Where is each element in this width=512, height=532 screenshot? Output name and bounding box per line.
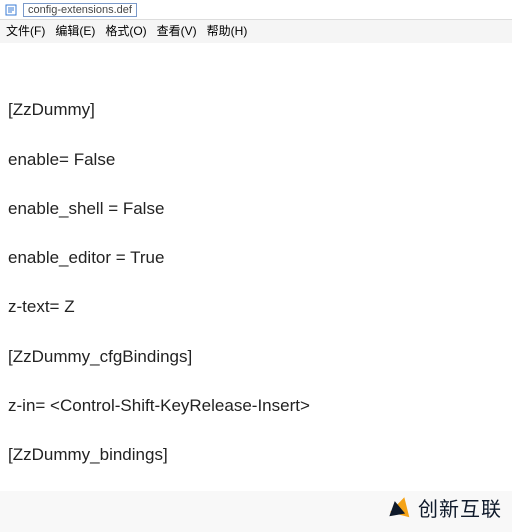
watermark-logo-icon	[388, 495, 414, 521]
menu-help[interactable]: 帮助(H)	[207, 22, 248, 39]
cfg-line: [ZzDummy]	[8, 98, 504, 123]
watermark: 创新互联	[378, 487, 512, 532]
cfg-line: enable_shell = False	[8, 197, 504, 222]
config-block-zzdummy: [ZzDummy] enable= False enable_shell = F…	[4, 74, 508, 491]
cfg-line: enable= False	[8, 148, 504, 173]
text-editor-content[interactable]: [ZzDummy] enable= False enable_shell = F…	[0, 43, 512, 491]
menu-view[interactable]: 查看(V)	[157, 22, 197, 39]
cfg-line: z-text= Z	[8, 295, 504, 320]
cfg-line: [ZzDummy_bindings]	[8, 443, 504, 468]
window-title-filename: config-extensions.def	[23, 3, 137, 17]
watermark-text: 创新互联	[418, 493, 502, 522]
menu-file[interactable]: 文件(F)	[6, 22, 45, 39]
cfg-line: enable_editor = True	[8, 246, 504, 271]
menu-edit[interactable]: 编辑(E)	[55, 22, 95, 39]
cfg-line: z-in= <Control-Shift-KeyRelease-Insert>	[8, 394, 504, 419]
app-icon	[4, 3, 18, 17]
menu-format[interactable]: 格式(O)	[105, 22, 146, 39]
menu-bar: 文件(F) 编辑(E) 格式(O) 查看(V) 帮助(H)	[0, 20, 512, 43]
title-bar: config-extensions.def	[0, 0, 512, 20]
cfg-line: [ZzDummy_cfgBindings]	[8, 345, 504, 370]
